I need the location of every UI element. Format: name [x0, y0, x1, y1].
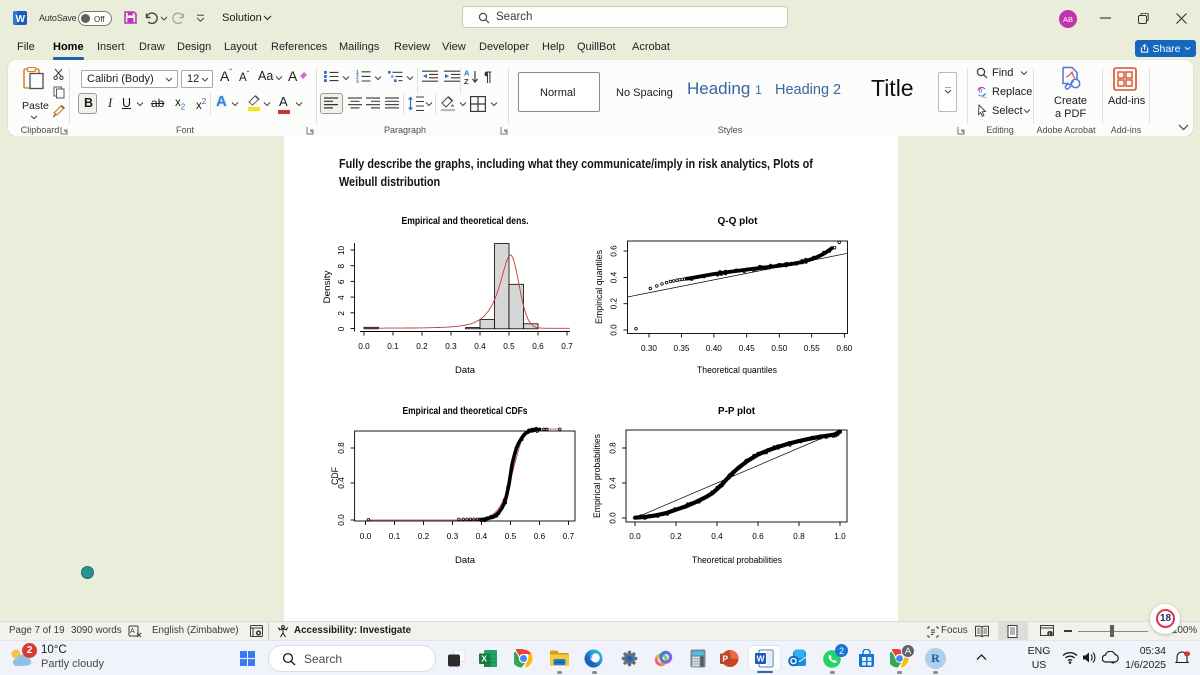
svg-text:0.6: 0.6	[532, 342, 544, 351]
svg-text:0.1: 0.1	[387, 342, 399, 351]
svg-text:Density: Density	[322, 270, 332, 304]
svg-text:0.3: 0.3	[447, 532, 459, 541]
svg-text:0.7: 0.7	[563, 532, 575, 541]
svg-text:0.0: 0.0	[360, 532, 372, 541]
svg-text:0.0: 0.0	[629, 532, 641, 541]
svg-text:0.7: 0.7	[561, 342, 573, 351]
svg-text:0.55: 0.55	[804, 344, 820, 353]
svg-text:A: A	[130, 628, 135, 635]
svg-text:0.1: 0.1	[389, 532, 401, 541]
svg-text:0.6: 0.6	[752, 532, 764, 541]
svg-text:0.30: 0.30	[641, 344, 657, 353]
svg-text:Q-Q plot: Q-Q plot	[718, 215, 758, 227]
svg-text:0.6: 0.6	[534, 532, 546, 541]
svg-text:Data: Data	[455, 555, 475, 565]
svg-text:0.2: 0.2	[610, 298, 619, 310]
svg-text:Theoretical probabilities: Theoretical probabilities	[692, 555, 782, 565]
svg-text:0.0: 0.0	[610, 324, 619, 336]
svg-text:0.4: 0.4	[711, 532, 723, 541]
svg-text:0.35: 0.35	[674, 344, 690, 353]
svg-text:Empirical and theoretical CDFs: Empirical and theoretical CDFs	[403, 405, 528, 417]
svg-text:10: 10	[337, 246, 346, 256]
svg-text:1.0: 1.0	[834, 532, 846, 541]
svg-text:0.2: 0.2	[416, 342, 428, 351]
svg-text:W: W	[16, 14, 26, 25]
svg-text:0.6: 0.6	[610, 245, 619, 257]
svg-text:P-P plot: P-P plot	[718, 405, 755, 417]
svg-text:0.8: 0.8	[793, 532, 805, 541]
svg-text:8: 8	[337, 263, 346, 268]
svg-text:0.0: 0.0	[337, 514, 346, 526]
svg-text:0.5: 0.5	[505, 532, 517, 541]
svg-text:0.4: 0.4	[609, 477, 618, 489]
svg-text:Empirical probabilities: Empirical probabilities	[592, 434, 602, 518]
svg-text:0.40: 0.40	[706, 344, 722, 353]
svg-text:W: W	[756, 654, 765, 664]
svg-text:0.4: 0.4	[610, 271, 619, 283]
svg-text:0.2: 0.2	[418, 532, 430, 541]
svg-text:4: 4	[337, 295, 346, 300]
svg-text:0.2: 0.2	[670, 532, 682, 541]
svg-text:P: P	[722, 654, 728, 664]
svg-text:0.45: 0.45	[739, 344, 755, 353]
svg-text:0.3: 0.3	[445, 342, 457, 351]
svg-text:6: 6	[337, 279, 346, 284]
svg-text:X: X	[481, 654, 487, 664]
svg-text:Z: Z	[464, 77, 469, 85]
svg-text:Empirical and theoretical dens: Empirical and theoretical dens.	[402, 215, 529, 227]
svg-text:i: i	[1049, 632, 1050, 638]
svg-text:0.0: 0.0	[358, 342, 370, 351]
svg-text:0.8: 0.8	[609, 442, 618, 454]
svg-text:Empirical quantiles: Empirical quantiles	[594, 250, 604, 324]
svg-text:0.60: 0.60	[836, 344, 852, 353]
svg-text:2: 2	[337, 311, 346, 316]
svg-text:0.4: 0.4	[476, 532, 488, 541]
svg-text:0.50: 0.50	[771, 344, 787, 353]
svg-text:Data: Data	[455, 365, 475, 375]
svg-text:0: 0	[337, 326, 346, 331]
svg-text:0.4: 0.4	[474, 342, 486, 351]
svg-text:0.5: 0.5	[503, 342, 515, 351]
svg-text:0.8: 0.8	[337, 442, 346, 454]
svg-text:0.0: 0.0	[609, 512, 618, 524]
svg-text:Theoretical quantiles: Theoretical quantiles	[697, 365, 777, 375]
svg-text:3: 3	[356, 79, 359, 83]
svg-text:CDF: CDF	[330, 467, 340, 485]
